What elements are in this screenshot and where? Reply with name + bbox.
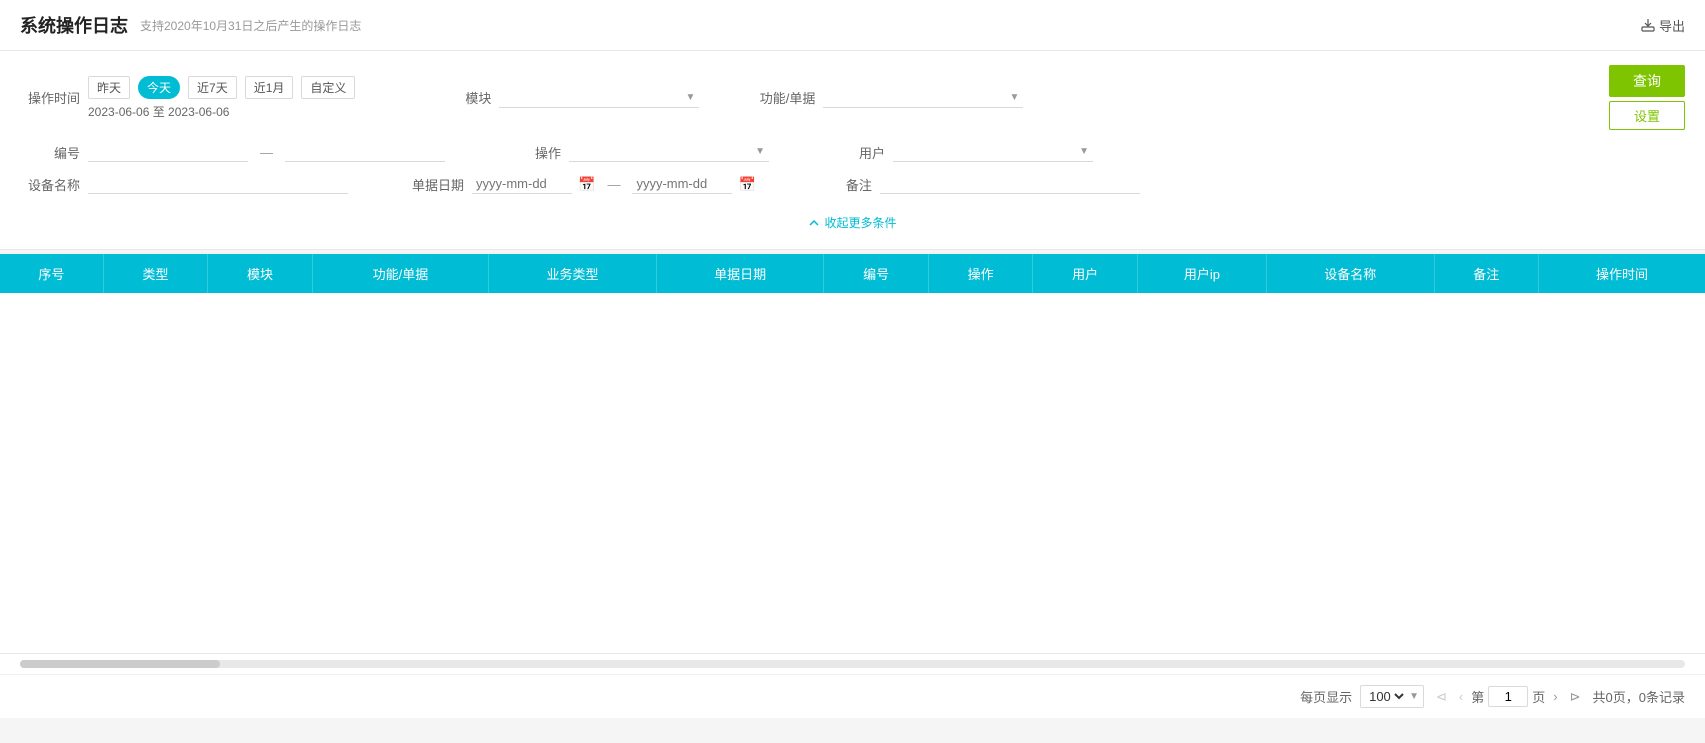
- function-label: 功能/单据: [755, 88, 815, 107]
- table-header: 序号 类型 模块 功能/单据 业务类型 单据日期 编号 操作 用户 用户ip 设…: [0, 254, 1705, 293]
- filter-area: 操作时间 昨天 今天 近7天 近1月 自定义 2023-06-06 至 2023…: [0, 51, 1705, 250]
- remark-input[interactable]: [880, 174, 1140, 194]
- prev-page-button[interactable]: ‹: [1455, 687, 1467, 706]
- voucher-date-filter: 单据日期 📅 — 📅: [404, 174, 756, 194]
- code-separator: —: [260, 145, 273, 160]
- voucher-date-start[interactable]: [472, 174, 572, 194]
- th-function: 功能/单据: [312, 254, 488, 293]
- user-select[interactable]: [893, 142, 1093, 161]
- first-page-button[interactable]: ⊲: [1432, 687, 1451, 707]
- time-btn-today[interactable]: 今天: [138, 76, 180, 99]
- code-input-end[interactable]: [285, 142, 445, 162]
- calendar-icon-end[interactable]: 📅: [738, 176, 755, 193]
- filter-row-1: 操作时间 昨天 今天 近7天 近1月 自定义 2023-06-06 至 2023…: [20, 65, 1685, 130]
- code-filter: 编号 —: [20, 142, 445, 162]
- page-size-chevron: ▼: [1409, 691, 1419, 702]
- settings-button[interactable]: 设置: [1609, 101, 1685, 130]
- scrollbar-area[interactable]: [0, 653, 1705, 674]
- module-label: 模块: [431, 88, 491, 107]
- th-user: 用户: [1033, 254, 1137, 293]
- query-button[interactable]: 查询: [1609, 65, 1685, 97]
- action-buttons: 查询 设置: [1609, 65, 1685, 130]
- time-btns-row: 昨天 今天 近7天 近1月 自定义: [88, 76, 355, 99]
- operation-select[interactable]: [569, 142, 769, 161]
- table-header-row: 序号 类型 模块 功能/单据 业务类型 单据日期 编号 操作 用户 用户ip 设…: [0, 254, 1705, 293]
- page-navigation: ⊲ ‹ 第 页 › ⊳: [1432, 686, 1585, 707]
- function-filter: 功能/单据 ▼: [755, 88, 1023, 108]
- voucher-date-separator: —: [607, 177, 620, 192]
- scrollbar-thumb[interactable]: [20, 660, 220, 668]
- th-date: 单据日期: [656, 254, 824, 293]
- export-label: 导出: [1659, 16, 1685, 35]
- next-page-button[interactable]: ›: [1549, 687, 1561, 706]
- page-subtitle: 支持2020年10月31日之后产生的操作日志: [140, 17, 361, 34]
- operation-select-wrapper: ▼: [569, 142, 769, 162]
- user-label: 用户: [825, 143, 885, 162]
- last-page-button[interactable]: ⊳: [1566, 687, 1585, 707]
- code-label: 编号: [20, 143, 80, 162]
- function-select[interactable]: [823, 88, 1023, 107]
- module-select-wrapper: ▼: [499, 88, 699, 108]
- time-btn-yesterday[interactable]: 昨天: [88, 76, 130, 99]
- user-select-wrapper: ▼: [893, 142, 1093, 162]
- page-size-select-wrapper: 50 100 200 ▼: [1360, 685, 1424, 708]
- device-filter: 设备名称: [20, 174, 348, 194]
- scrollbar-track: [20, 660, 1685, 668]
- page-title: 系统操作日志: [20, 12, 128, 38]
- th-biztype: 业务类型: [489, 254, 657, 293]
- page-number-input[interactable]: [1488, 686, 1528, 707]
- th-optime: 操作时间: [1539, 254, 1705, 293]
- time-range-display: 2023-06-06 至 2023-06-06: [88, 103, 355, 120]
- function-select-wrapper: ▼: [823, 88, 1023, 108]
- page-header: 系统操作日志 支持2020年10月31日之后产生的操作日志 导出: [0, 0, 1705, 51]
- th-module: 模块: [208, 254, 312, 293]
- table-section: 序号 类型 模块 功能/单据 业务类型 单据日期 编号 操作 用户 用户ip 设…: [0, 254, 1705, 653]
- voucher-date-label: 单据日期: [404, 175, 464, 194]
- data-table: 序号 类型 模块 功能/单据 业务类型 单据日期 编号 操作 用户 用户ip 设…: [0, 254, 1705, 293]
- module-filter: 模块 ▼: [431, 88, 699, 108]
- operation-label: 操作: [501, 143, 561, 162]
- remark-filter: 备注: [812, 174, 1140, 194]
- device-label: 设备名称: [20, 175, 80, 194]
- per-page-label: 每页显示: [1300, 687, 1352, 706]
- time-section: 昨天 今天 近7天 近1月 自定义 2023-06-06 至 2023-06-0…: [88, 76, 355, 120]
- module-select[interactable]: [499, 88, 699, 107]
- calendar-icon-start[interactable]: 📅: [578, 176, 595, 193]
- export-icon: [1641, 18, 1655, 32]
- filter-row-2: 编号 — 操作 ▼ 用户 ▼: [20, 142, 1685, 162]
- empty-area: [0, 293, 1705, 653]
- page-size-select[interactable]: 50 100 200: [1365, 688, 1407, 705]
- th-code: 编号: [824, 254, 928, 293]
- collapse-text: 收起更多条件: [808, 214, 896, 231]
- collapse-bar[interactable]: 收起更多条件: [20, 206, 1685, 235]
- page-unit: 页: [1532, 687, 1545, 706]
- time-btn-7days[interactable]: 近7天: [188, 76, 237, 99]
- time-btn-1month[interactable]: 近1月: [245, 76, 294, 99]
- pagination-bar: 每页显示 50 100 200 ▼ ⊲ ‹ 第 页 › ⊳ 共0页，0条记录: [0, 674, 1705, 718]
- page-prefix: 第: [1471, 687, 1484, 706]
- user-filter: 用户 ▼: [825, 142, 1093, 162]
- time-label: 操作时间: [20, 88, 80, 107]
- th-userip: 用户ip: [1137, 254, 1266, 293]
- th-device: 设备名称: [1266, 254, 1434, 293]
- th-type: 类型: [103, 254, 207, 293]
- device-input[interactable]: [88, 174, 348, 194]
- voucher-date-end-wrapper: 📅: [632, 174, 755, 194]
- th-seq: 序号: [0, 254, 103, 293]
- collapse-icon: [808, 217, 820, 229]
- voucher-date-start-wrapper: 📅: [472, 174, 595, 194]
- time-filter: 操作时间 昨天 今天 近7天 近1月 自定义 2023-06-06 至 2023…: [20, 76, 355, 120]
- th-remark: 备注: [1434, 254, 1538, 293]
- voucher-date-end[interactable]: [632, 174, 732, 194]
- export-button[interactable]: 导出: [1641, 16, 1685, 35]
- remark-label: 备注: [812, 175, 872, 194]
- operation-filter: 操作 ▼: [501, 142, 769, 162]
- code-input-start[interactable]: [88, 142, 248, 162]
- th-operation: 操作: [928, 254, 1032, 293]
- time-btn-custom[interactable]: 自定义: [301, 76, 355, 99]
- total-info: 共0页，0条记录: [1593, 687, 1685, 706]
- filter-row-3: 设备名称 单据日期 📅 — 📅 备注: [20, 174, 1685, 194]
